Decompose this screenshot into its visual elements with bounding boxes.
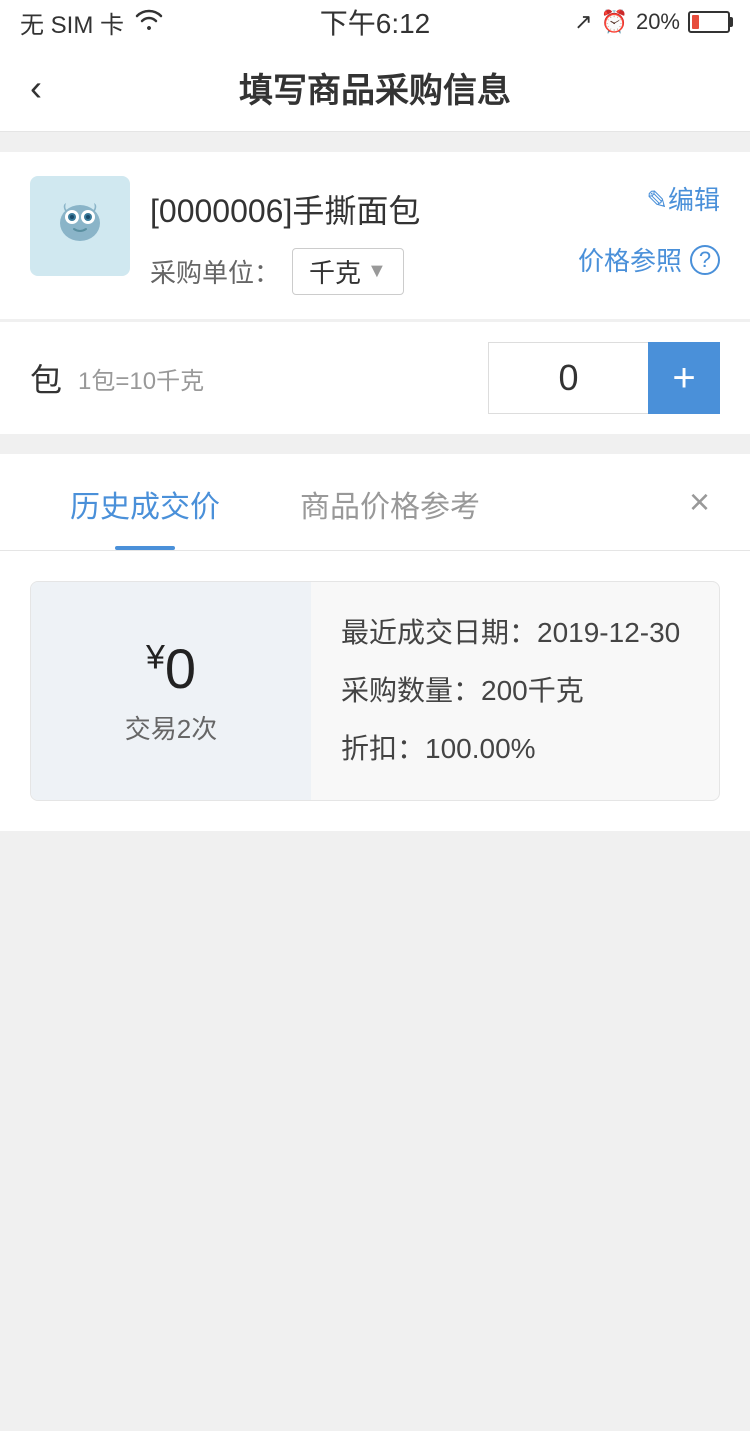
product-thumbnail — [30, 176, 130, 276]
tabs-left: 历史成交价 商品价格参考 — [30, 454, 679, 550]
quantity-section: 包 1包=10千克 + — [0, 321, 750, 434]
quantity-input[interactable] — [488, 342, 648, 414]
status-bar: 无 SIM 卡 下午6:12 ↗ ⏰ 20% — [0, 0, 750, 44]
bottom-area — [0, 831, 750, 1431]
discount-label: 折扣： — [341, 733, 425, 764]
recent-date-value: 2019-12-30 — [537, 617, 680, 648]
price-ref-label: 价格参照 — [578, 241, 682, 278]
unit-label: 采购单位： — [150, 253, 280, 290]
recent-date-label: 最近成交日期： — [341, 617, 537, 648]
nav-bar: ‹ 填写商品采购信息 — [0, 44, 750, 132]
discount-value: 100.00% — [425, 733, 536, 764]
qty-label-group: 包 1包=10千克 — [30, 355, 204, 401]
right-actions: ✎编辑 价格参照 ? — [578, 176, 720, 278]
tabs-bar: 历史成交价 商品价格参考 × — [0, 454, 750, 551]
status-right: ↗ ⏰ 20% — [574, 9, 730, 35]
trade-count: 交易2次 — [125, 709, 217, 746]
product-image-icon — [50, 191, 110, 261]
price-ref-button[interactable]: 价格参照 ? — [578, 241, 720, 278]
history-content: ¥0 交易2次 最近成交日期：2019-12-30 采购数量：200千克 折扣：… — [0, 551, 750, 831]
recent-date-row: 最近成交日期：2019-12-30 — [341, 612, 689, 654]
product-card: [0000006]手撕面包 采购单位： 千克 ▼ ✎编辑 价格参照 ? — [0, 152, 750, 319]
alarm-icon: ⏰ — [601, 9, 628, 35]
tab-history-price[interactable]: 历史成交价 — [30, 454, 260, 550]
edit-button[interactable]: ✎编辑 — [646, 180, 720, 217]
purchase-qty-row: 采购数量：200千克 — [341, 670, 689, 712]
help-icon: ? — [690, 245, 720, 275]
product-name-section: [0000006]手撕面包 采购单位： 千克 ▼ — [150, 176, 420, 295]
back-button[interactable]: ‹ — [30, 67, 42, 109]
wifi-icon — [134, 8, 164, 37]
status-time: 下午6:12 — [320, 2, 431, 42]
location-icon: ↗ — [574, 9, 592, 35]
close-button[interactable]: × — [679, 471, 720, 533]
carrier-text: 无 SIM 卡 — [20, 5, 124, 40]
history-left: ¥0 交易2次 — [31, 582, 311, 800]
unit-value: 千克 — [309, 253, 361, 290]
page-title: 填写商品采购信息 — [239, 63, 511, 112]
unit-select[interactable]: 千克 ▼ — [292, 248, 404, 295]
product-unit-row: 采购单位： 千克 ▼ — [150, 248, 420, 295]
history-price: ¥0 — [146, 636, 196, 701]
purchase-qty-label: 采购数量： — [341, 675, 481, 706]
discount-row: 折扣：100.00% — [341, 728, 689, 770]
tab-price-reference[interactable]: 商品价格参考 — [260, 454, 520, 550]
product-info: [0000006]手撕面包 采购单位： 千克 ▼ — [30, 176, 578, 295]
battery-percent: 20% — [636, 9, 680, 35]
battery-icon — [688, 11, 730, 33]
qty-conversion: 1包=10千克 — [78, 361, 204, 396]
qty-input-group: + — [488, 342, 720, 414]
qty-plus-button[interactable]: + — [648, 342, 720, 414]
history-card: ¥0 交易2次 最近成交日期：2019-12-30 采购数量：200千克 折扣：… — [30, 581, 720, 801]
chevron-down-icon: ▼ — [367, 260, 387, 283]
history-right: 最近成交日期：2019-12-30 采购数量：200千克 折扣：100.00% — [311, 582, 719, 800]
status-left: 无 SIM 卡 — [20, 5, 164, 40]
product-name: [0000006]手撕面包 — [150, 186, 420, 232]
purchase-qty-value: 200千克 — [481, 675, 584, 706]
price-value: 0 — [165, 637, 196, 700]
section-divider — [0, 434, 750, 454]
product-header: [0000006]手撕面包 采购单位： 千克 ▼ ✎编辑 价格参照 ? — [30, 176, 720, 295]
currency-symbol: ¥ — [146, 638, 165, 676]
package-label: 包 — [30, 355, 62, 401]
